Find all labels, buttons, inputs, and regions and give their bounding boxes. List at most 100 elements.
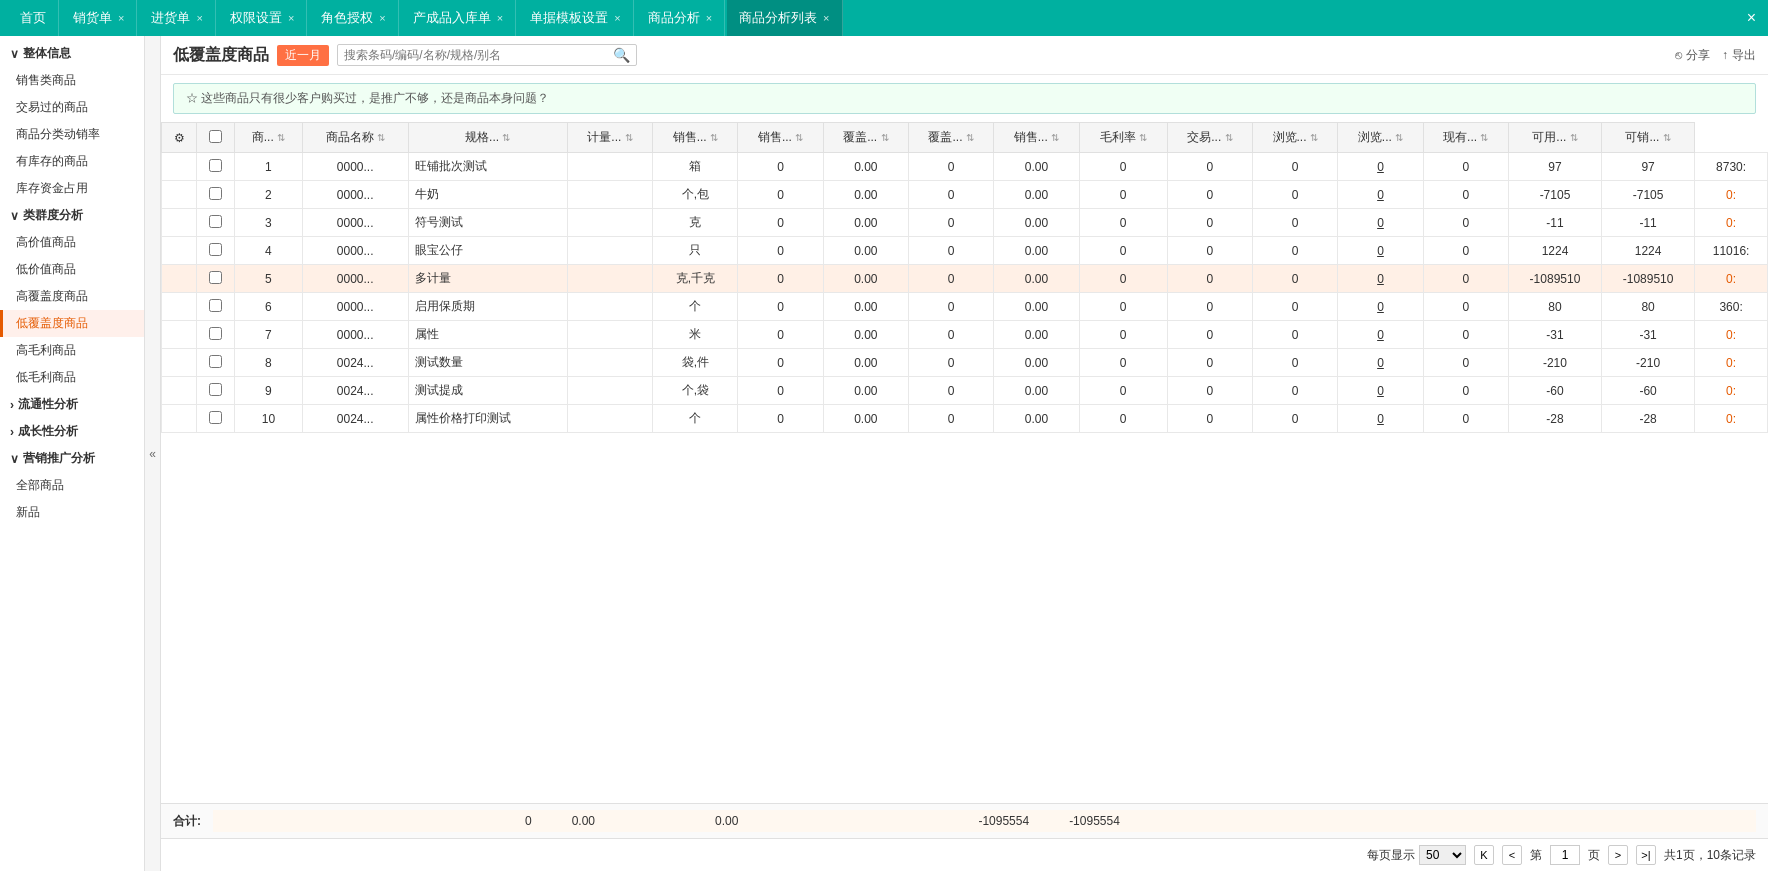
nav-tab-roles[interactable]: 角色授权 × xyxy=(309,0,398,36)
row-checkbox[interactable] xyxy=(197,153,235,181)
filter-button[interactable]: 近一月 xyxy=(277,45,329,66)
row-browse1[interactable]: 0 xyxy=(1338,405,1423,433)
close-icon[interactable]: × xyxy=(118,12,124,24)
th-trade[interactable]: 交易... ⇅ xyxy=(1167,123,1252,153)
sidebar-item-stock-capital[interactable]: 库存资金占用 xyxy=(0,175,144,202)
sidebar-item-high-coverage[interactable]: 高覆盖度商品 xyxy=(0,283,144,310)
row-select-checkbox[interactable] xyxy=(209,215,222,228)
sidebar-group-growth[interactable]: › 成长性分析 xyxy=(0,418,144,445)
sidebar-group-cluster[interactable]: ∨ 类群度分析 xyxy=(0,202,144,229)
row-select-checkbox[interactable] xyxy=(209,355,222,368)
row-checkbox[interactable] xyxy=(197,293,235,321)
page-size-select[interactable]: 50 100 200 xyxy=(1419,845,1466,865)
sidebar-group-overall[interactable]: ∨ 整体信息 xyxy=(0,40,144,67)
close-icon[interactable]: × xyxy=(706,12,712,24)
row-select-checkbox[interactable] xyxy=(209,243,222,256)
close-icon[interactable]: × xyxy=(614,12,620,24)
sidebar-group-circulation[interactable]: › 流通性分析 xyxy=(0,391,144,418)
row-browse1[interactable]: 0 xyxy=(1338,209,1423,237)
row-select-checkbox[interactable] xyxy=(209,383,222,396)
row-browse1[interactable]: 0 xyxy=(1338,293,1423,321)
close-icon[interactable]: × xyxy=(823,12,829,24)
th-name[interactable]: 商品名称 ⇅ xyxy=(302,123,408,153)
th-sales3[interactable]: 销售... ⇅ xyxy=(994,123,1079,153)
row-name[interactable]: 测试数量 xyxy=(408,349,567,377)
th-spec[interactable]: 规格... ⇅ xyxy=(408,123,567,153)
row-checkbox[interactable] xyxy=(197,377,235,405)
select-all-checkbox[interactable] xyxy=(209,130,222,143)
row-select-checkbox[interactable] xyxy=(209,187,222,200)
first-page-button[interactable]: K xyxy=(1474,845,1494,865)
prev-page-button[interactable]: < xyxy=(1502,845,1522,865)
row-name[interactable]: 属性价格打印测试 xyxy=(408,405,567,433)
th-salable[interactable]: 可销... ⇅ xyxy=(1602,123,1695,153)
nav-tab-purchase[interactable]: 进货单 × xyxy=(139,0,215,36)
nav-tab-analysis[interactable]: 商品分析 × xyxy=(636,0,725,36)
row-name[interactable]: 启用保质期 xyxy=(408,293,567,321)
row-name[interactable]: 牛奶 xyxy=(408,181,567,209)
nav-tab-template[interactable]: 单据模板设置 × xyxy=(518,0,633,36)
sidebar-item-new-goods[interactable]: 新品 xyxy=(0,499,144,526)
sidebar-item-high-margin[interactable]: 高毛利商品 xyxy=(0,337,144,364)
sidebar-item-sales-goods[interactable]: 销售类商品 xyxy=(0,67,144,94)
sidebar-item-high-value[interactable]: 高价值商品 xyxy=(0,229,144,256)
row-checkbox[interactable] xyxy=(197,265,235,293)
row-checkbox[interactable] xyxy=(197,349,235,377)
row-name[interactable]: 多计量 xyxy=(408,265,567,293)
row-browse1[interactable]: 0 xyxy=(1338,265,1423,293)
last-page-button[interactable]: >| xyxy=(1636,845,1656,865)
export-button[interactable]: ↑ 导出 xyxy=(1722,47,1756,64)
row-name[interactable]: 属性 xyxy=(408,321,567,349)
page-number-input[interactable] xyxy=(1550,845,1580,865)
th-browse1[interactable]: 浏览... ⇅ xyxy=(1253,123,1338,153)
th-sales2[interactable]: 销售... ⇅ xyxy=(738,123,823,153)
row-name[interactable]: 旺铺批次测试 xyxy=(408,153,567,181)
nav-tab-production[interactable]: 产成品入库单 × xyxy=(401,0,516,36)
sidebar-item-low-value[interactable]: 低价值商品 xyxy=(0,256,144,283)
th-unit[interactable]: 计量... ⇅ xyxy=(567,123,652,153)
nav-tab-home[interactable]: 首页 xyxy=(8,0,59,36)
close-icon[interactable]: × xyxy=(379,12,385,24)
row-browse1[interactable]: 0 xyxy=(1338,321,1423,349)
row-browse1[interactable]: 0 xyxy=(1338,237,1423,265)
th-browse2[interactable]: 浏览... ⇅ xyxy=(1338,123,1423,153)
row-name[interactable]: 眼宝公仔 xyxy=(408,237,567,265)
row-browse1[interactable]: 0 xyxy=(1338,153,1423,181)
row-select-checkbox[interactable] xyxy=(209,327,222,340)
close-icon[interactable]: × xyxy=(288,12,294,24)
sidebar-item-category-rate[interactable]: 商品分类动销率 xyxy=(0,121,144,148)
th-id[interactable]: 商... ⇅ xyxy=(235,123,303,153)
row-checkbox[interactable] xyxy=(197,405,235,433)
sidebar-group-marketing[interactable]: ∨ 营销推广分析 xyxy=(0,445,144,472)
row-checkbox[interactable] xyxy=(197,237,235,265)
row-select-checkbox[interactable] xyxy=(209,271,222,284)
row-name[interactable]: 符号测试 xyxy=(408,209,567,237)
close-icon[interactable]: × xyxy=(196,12,202,24)
close-all-button[interactable]: × xyxy=(1743,5,1760,31)
row-checkbox[interactable] xyxy=(197,209,235,237)
next-page-button[interactable]: > xyxy=(1608,845,1628,865)
row-select-checkbox[interactable] xyxy=(209,159,222,172)
row-checkbox[interactable] xyxy=(197,181,235,209)
row-browse1[interactable]: 0 xyxy=(1338,181,1423,209)
close-icon[interactable]: × xyxy=(497,12,503,24)
row-name[interactable]: 测试提成 xyxy=(408,377,567,405)
th-coverage2[interactable]: 覆盖... ⇅ xyxy=(909,123,994,153)
row-browse1[interactable]: 0 xyxy=(1338,377,1423,405)
sidebar-item-all-goods[interactable]: 全部商品 xyxy=(0,472,144,499)
th-sales1[interactable]: 销售... ⇅ xyxy=(653,123,738,153)
sidebar-item-low-coverage[interactable]: 低覆盖度商品 xyxy=(0,310,144,337)
row-select-checkbox[interactable] xyxy=(209,299,222,312)
search-icon[interactable]: 🔍 xyxy=(613,47,630,63)
th-gear[interactable]: ⚙ xyxy=(162,123,197,153)
row-checkbox[interactable] xyxy=(197,321,235,349)
th-available[interactable]: 可用... ⇅ xyxy=(1508,123,1601,153)
sidebar-item-low-margin[interactable]: 低毛利商品 xyxy=(0,364,144,391)
share-button[interactable]: ⎋ 分享 xyxy=(1675,47,1710,64)
nav-tab-analysis-list[interactable]: 商品分析列表 × xyxy=(727,0,842,36)
sidebar-item-stocked-goods[interactable]: 有库存的商品 xyxy=(0,148,144,175)
th-current[interactable]: 现有... ⇅ xyxy=(1423,123,1508,153)
row-browse1[interactable]: 0 xyxy=(1338,349,1423,377)
nav-tab-permissions[interactable]: 权限设置 × xyxy=(218,0,307,36)
nav-tab-sales[interactable]: 销货单 × xyxy=(61,0,137,36)
